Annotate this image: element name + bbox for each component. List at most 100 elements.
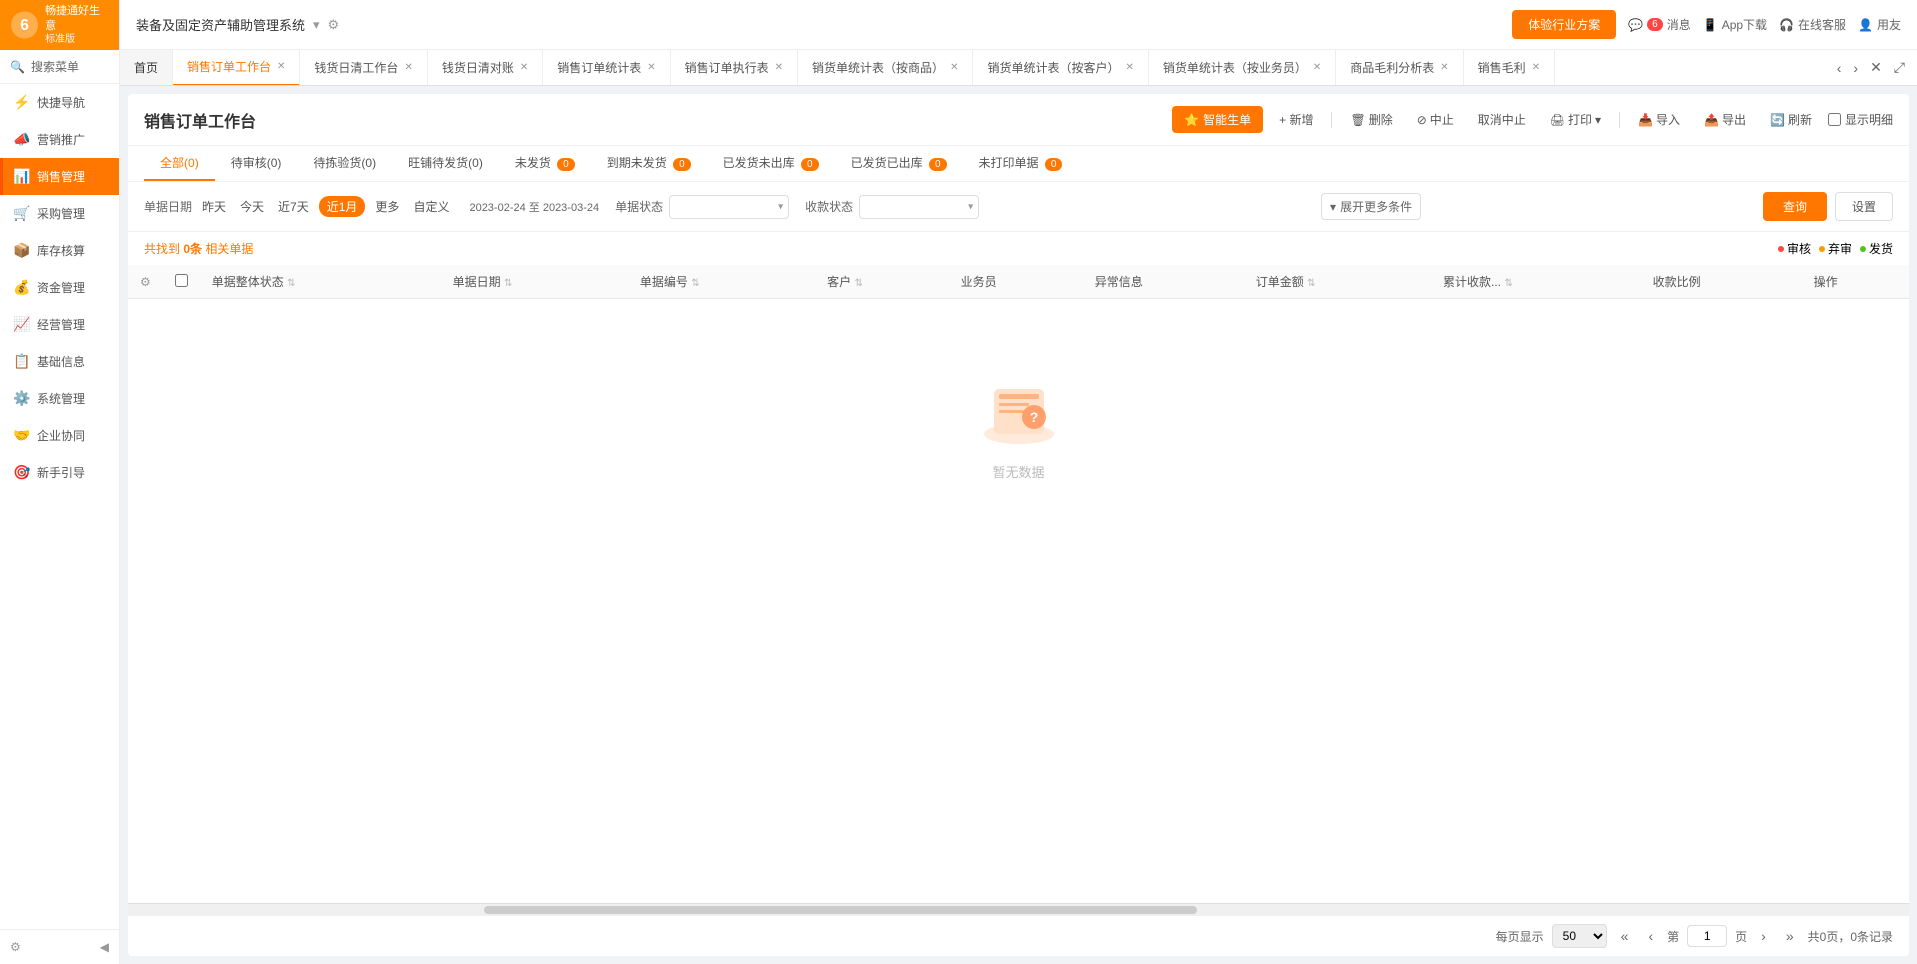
settings-gear-icon[interactable]: ⚙	[328, 17, 340, 33]
sub-tab-not-printed[interactable]: 未打印单据 0	[963, 146, 1079, 181]
sort-icon-date[interactable]: ⇅	[504, 278, 512, 289]
ship-action[interactable]: 发货	[1860, 240, 1893, 257]
star-icon: ⭐	[1184, 113, 1199, 127]
tab-close-gross-margin[interactable]: ✕	[1440, 62, 1448, 73]
sidebar-search-item[interactable]: 🔍 搜索菜单	[0, 50, 119, 84]
smart-generate-btn[interactable]: ⭐ 智能生单	[1172, 106, 1263, 133]
page-first-btn[interactable]: «	[1615, 926, 1635, 946]
tab-cash-reconcile[interactable]: 钱货日清对账 ✕	[428, 50, 543, 86]
sort-icon-amount[interactable]: ⇅	[1307, 278, 1315, 289]
tab-close-sales-workbench[interactable]: ✕	[277, 61, 285, 72]
filter-payment-select[interactable]	[859, 195, 979, 219]
tab-sales-summary-customer[interactable]: 销货单统计表（按客户） ✕	[973, 50, 1148, 86]
sidebar-item-guide[interactable]: 🎯 新手引导	[0, 454, 119, 491]
sidebar-item-marketing[interactable]: 📣 营销推广	[0, 121, 119, 158]
sub-tab-shipped-out[interactable]: 已发货已出库 0	[835, 146, 963, 181]
date-opt-custom[interactable]: 自定义	[409, 196, 453, 217]
tab-close-sales-stats[interactable]: ✕	[647, 62, 655, 73]
sub-tab-pending-inspect[interactable]: 待拣验货(0)	[297, 146, 392, 181]
reject-action[interactable]: 弃审	[1819, 240, 1852, 257]
tab-sales-stats[interactable]: 销售订单统计表 ✕	[543, 50, 670, 86]
export-btn[interactable]: 📤 导出	[1696, 107, 1754, 132]
sidebar-item-basic-info[interactable]: 📋 基础信息	[0, 343, 119, 380]
tab-close-cash-daily[interactable]: ✕	[404, 62, 412, 73]
show-detail-checkbox-label[interactable]: 显示明细	[1828, 111, 1893, 128]
sub-tab-pending-review[interactable]: 待审核(0)	[215, 146, 298, 181]
tab-close-sales-summary-customer[interactable]: ✕	[1125, 62, 1133, 73]
page-prev-btn[interactable]: ‹	[1642, 926, 1659, 946]
tab-close-all[interactable]: ✕	[1866, 57, 1886, 78]
industry-btn[interactable]: 体验行业方案	[1512, 10, 1616, 39]
cancel-stop-btn[interactable]: 取消中止	[1470, 107, 1534, 132]
delete-btn[interactable]: 🗑 删除	[1342, 107, 1400, 132]
tab-close-sales-summary-staff[interactable]: ✕	[1313, 62, 1321, 73]
date-opt-more[interactable]: 更多	[371, 196, 403, 217]
tab-maximize[interactable]: ⤢	[1890, 57, 1909, 78]
print-btn[interactable]: 🖨 打印 ▾	[1542, 107, 1609, 132]
page-input[interactable]	[1687, 925, 1727, 947]
sidebar-item-finance[interactable]: 💰 资金管理	[0, 269, 119, 306]
sort-icon-collected[interactable]: ⇅	[1504, 278, 1512, 289]
query-btn[interactable]: 查询	[1763, 192, 1827, 221]
horizontal-scrollbar[interactable]	[128, 903, 1909, 915]
tab-scroll-right[interactable]: ›	[1849, 58, 1862, 78]
sidebar-item-system[interactable]: ⚙️ 系统管理	[0, 380, 119, 417]
tab-sales-workbench[interactable]: 销售订单工作台 ✕	[173, 50, 300, 86]
page-last-btn[interactable]: »	[1780, 926, 1800, 946]
show-detail-checkbox[interactable]	[1828, 113, 1841, 126]
user-item[interactable]: 👤 用友	[1858, 16, 1901, 33]
sidebar-item-purchase[interactable]: 🛒 采购管理	[0, 195, 119, 232]
sidebar-collapse-icon[interactable]: ◀	[100, 940, 109, 954]
page-content: 销售订单工作台 ⭐ 智能生单 + 新增 🗑 删除 ⊘ 中止	[120, 86, 1917, 964]
import-btn[interactable]: 📥 导入	[1630, 107, 1688, 132]
date-opt-today[interactable]: 今天	[236, 196, 268, 217]
table-header-row: ⚙ 单据整体状态 ⇅ 单据日期 ⇅ 单据编号	[128, 265, 1909, 299]
tab-sales-summary-product[interactable]: 销货单统计表（按商品） ✕	[798, 50, 973, 86]
app-download-item[interactable]: 📱 App下载	[1703, 16, 1767, 33]
sidebar-item-quick-nav[interactable]: ⚡ 快捷导航	[0, 84, 119, 121]
add-btn[interactable]: + 新增	[1271, 107, 1321, 132]
sub-tab-all[interactable]: 全部(0)	[144, 146, 215, 181]
sub-tab-wangpu[interactable]: 旺铺待发货(0)	[392, 146, 499, 181]
sort-icon-number[interactable]: ⇅	[691, 278, 699, 289]
sidebar-item-operations[interactable]: 📈 经营管理	[0, 306, 119, 343]
audit-action[interactable]: 审核	[1778, 240, 1811, 257]
tab-gross-margin[interactable]: 商品毛利分析表 ✕	[1336, 50, 1463, 86]
date-opt-7days[interactable]: 近7天	[274, 196, 313, 217]
tab-sales-summary-staff[interactable]: 销货单统计表（按业务员） ✕	[1149, 50, 1336, 86]
tab-home[interactable]: 首页	[120, 50, 173, 86]
tab-close-sales-summary-product[interactable]: ✕	[950, 62, 958, 73]
per-page-select[interactable]: 50 100 200	[1552, 924, 1607, 948]
filter-status-select[interactable]	[669, 195, 789, 219]
sub-tab-overdue-not-shipped[interactable]: 到期未发货 0	[591, 146, 707, 181]
sidebar-item-sales[interactable]: 📊 销售管理	[0, 158, 119, 195]
tab-cash-daily[interactable]: 钱货日清工作台 ✕	[300, 50, 427, 86]
tab-scroll-left[interactable]: ‹	[1833, 58, 1846, 78]
tab-sales-more[interactable]: 销售毛利 ✕	[1464, 50, 1555, 86]
expand-conditions-btn[interactable]: ▾ 展开更多条件	[1321, 193, 1421, 220]
date-opt-1month[interactable]: 近1月	[319, 196, 366, 217]
stop-btn[interactable]: ⊘ 中止	[1409, 107, 1462, 132]
set-btn[interactable]: 设置	[1835, 192, 1893, 221]
date-opt-yesterday[interactable]: 昨天	[198, 196, 230, 217]
sort-icon-customer[interactable]: ⇅	[854, 278, 862, 289]
select-all-checkbox[interactable]	[175, 274, 188, 287]
sub-tab-not-shipped[interactable]: 未发货 0	[499, 146, 591, 181]
sort-icon-status[interactable]: ⇅	[287, 278, 295, 289]
sidebar-settings-icon[interactable]: ⚙	[10, 940, 21, 954]
page-next-btn[interactable]: ›	[1755, 926, 1772, 946]
scrollbar-thumb[interactable]	[484, 906, 1196, 914]
th-settings[interactable]: ⚙	[128, 265, 163, 299]
th-checkbox[interactable]	[163, 265, 200, 299]
sub-tab-shipped-not-out[interactable]: 已发货未出库 0	[707, 146, 835, 181]
tab-sales-exec[interactable]: 销售订单执行表 ✕	[671, 50, 798, 86]
system-title-dropdown-icon[interactable]: ▾	[313, 17, 320, 33]
online-service-item[interactable]: 🎧 在线客服	[1779, 16, 1846, 33]
tab-close-sales-exec[interactable]: ✕	[775, 62, 783, 73]
tab-close-cash-reconcile[interactable]: ✕	[520, 62, 528, 73]
tab-close-sales-more[interactable]: ✕	[1532, 62, 1540, 73]
sidebar-item-inventory[interactable]: 📦 库存核算	[0, 232, 119, 269]
refresh-btn[interactable]: 🔄 刷新	[1762, 107, 1820, 132]
sidebar-item-enterprise[interactable]: 🤝 企业协同	[0, 417, 119, 454]
message-icon-item[interactable]: 💬 6 消息	[1628, 16, 1691, 33]
